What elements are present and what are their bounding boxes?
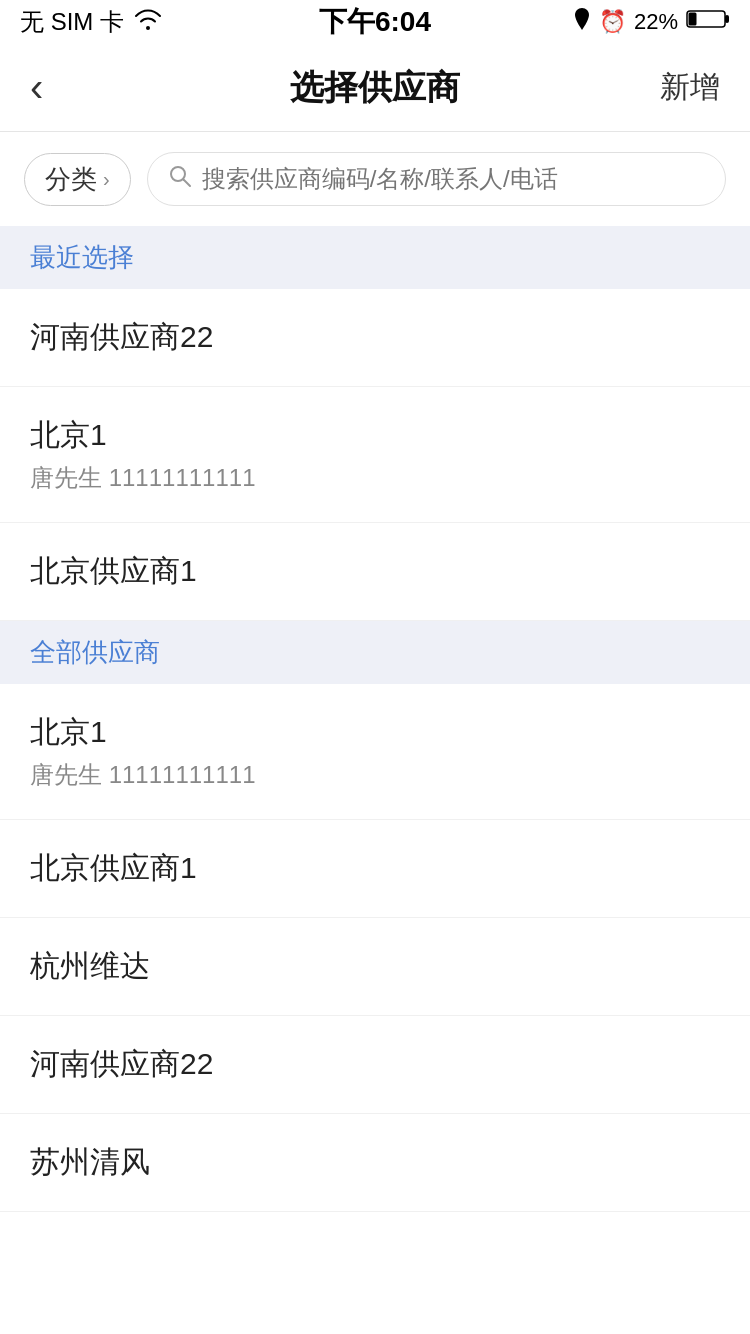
list-item[interactable]: 河南供应商22 [0,1016,750,1114]
battery-label: 22% [634,9,678,35]
search-box [147,152,726,206]
list-item[interactable]: 北京供应商1 [0,523,750,621]
search-icon [168,163,192,195]
page-title: 选择供应商 [290,65,460,111]
filter-bar: 分类 › [0,132,750,226]
recent-list: 河南供应商22 北京1 唐先生 11111111111 北京供应商1 [0,289,750,621]
add-button[interactable]: 新增 [640,67,720,108]
item-name: 北京供应商1 [30,551,720,592]
list-item[interactable]: 河南供应商22 [0,289,750,387]
chevron-icon: › [103,168,110,191]
category-label: 分类 [45,162,97,197]
list-item[interactable]: 杭州维达 [0,918,750,1016]
item-name: 北京供应商1 [30,848,720,889]
status-time: 下午6:04 [319,3,431,41]
all-label: 全部供应商 [30,637,160,667]
recent-label: 最近选择 [30,242,134,272]
item-name: 北京1 [30,415,720,456]
wifi-icon [134,8,162,36]
battery-icon [686,8,730,36]
alarm-icon: ⏰ [599,9,626,35]
status-left: 无 SIM 卡 [20,6,162,38]
all-section-header: 全部供应商 [0,621,750,684]
recent-section-header: 最近选择 [0,226,750,289]
item-sub: 唐先生 11111111111 [30,759,720,791]
list-item[interactable]: 北京1 唐先生 11111111111 [0,387,750,523]
back-icon: ‹ [30,65,43,110]
list-item[interactable]: 北京供应商1 [0,820,750,918]
item-sub: 唐先生 11111111111 [30,462,720,494]
svg-rect-1 [725,15,729,23]
item-name: 河南供应商22 [30,317,720,358]
list-item[interactable]: 北京1 唐先生 11111111111 [0,684,750,820]
carrier-label: 无 SIM 卡 [20,6,124,38]
category-button[interactable]: 分类 › [24,153,131,206]
item-name: 河南供应商22 [30,1044,720,1085]
item-name: 苏州清风 [30,1142,720,1183]
nav-bar: ‹ 选择供应商 新增 [0,44,750,132]
svg-rect-2 [689,13,697,26]
item-name: 北京1 [30,712,720,753]
item-name: 杭州维达 [30,946,720,987]
svg-line-4 [183,180,190,187]
location-icon [573,8,591,36]
all-list: 北京1 唐先生 11111111111 北京供应商1 杭州维达河南供应商22 苏州清风 [0,684,750,1212]
list-item[interactable]: 苏州清风 [0,1114,750,1212]
back-button[interactable]: ‹ [30,65,110,110]
search-input[interactable] [202,165,705,193]
status-right: ⏰ 22% [573,8,730,36]
status-bar: 无 SIM 卡 下午6:04 ⏰ 22% [0,0,750,44]
